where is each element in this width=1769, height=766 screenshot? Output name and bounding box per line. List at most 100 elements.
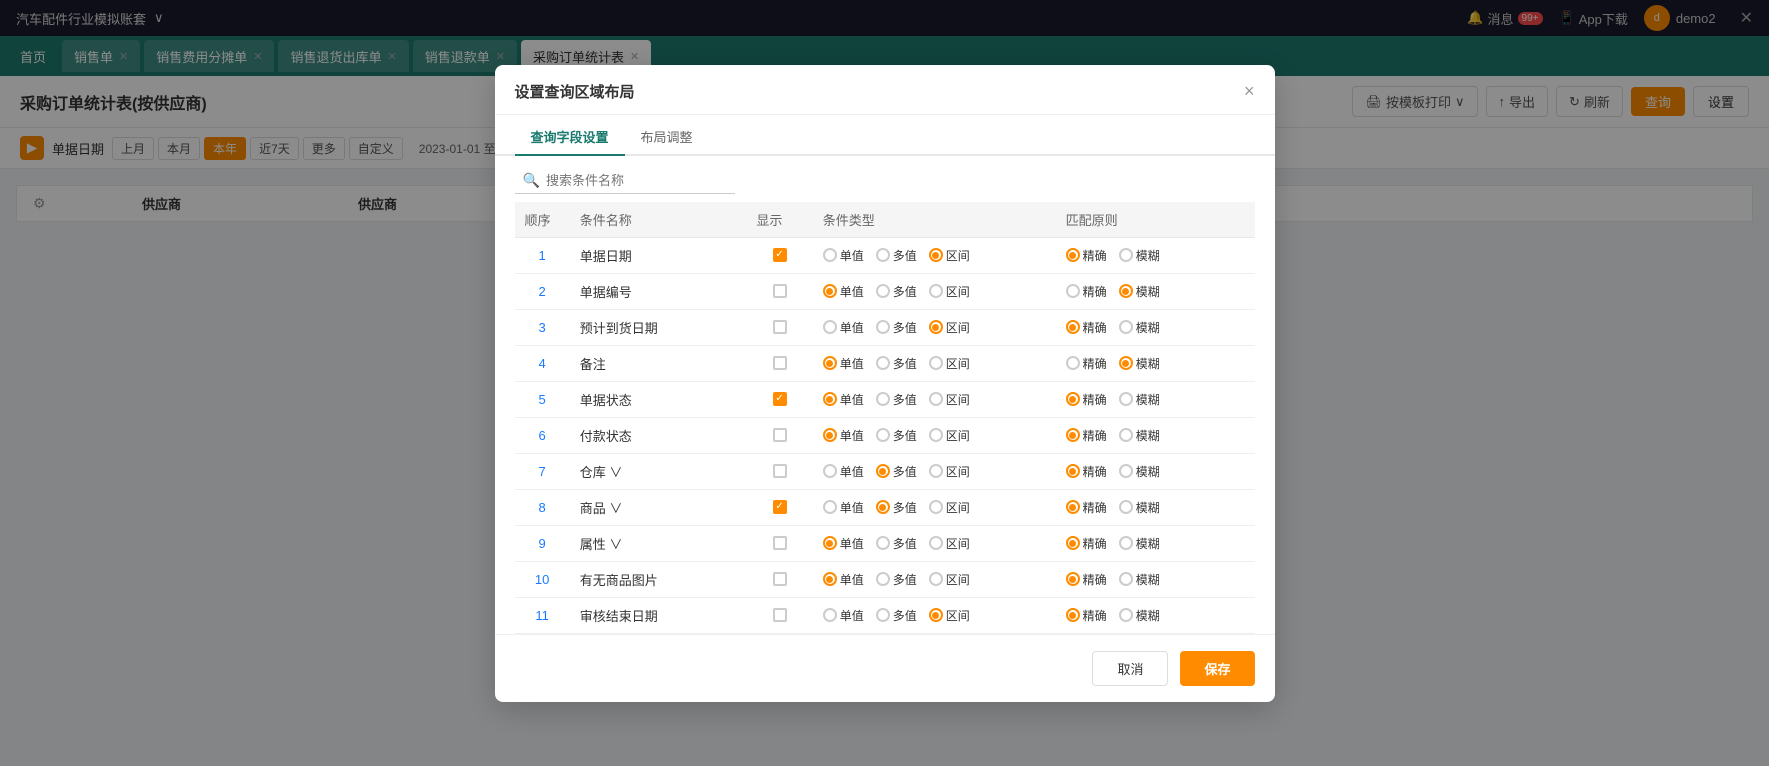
- col-header-order: 顺序: [515, 202, 570, 238]
- modal-tab-query[interactable]: 查询字段设置: [515, 119, 625, 156]
- search-input[interactable]: [546, 173, 726, 188]
- row-show-checkbox[interactable]: [746, 597, 812, 633]
- type-radio-单值[interactable]: 单值: [823, 607, 864, 624]
- row-show-checkbox[interactable]: [746, 381, 812, 417]
- type-radio-多值[interactable]: 多值: [876, 427, 917, 444]
- type-radio-区间[interactable]: 区间: [929, 571, 970, 588]
- type-radio-区间[interactable]: 区间: [929, 427, 970, 444]
- type-radio-区间[interactable]: 区间: [929, 535, 970, 552]
- type-radio-区间[interactable]: 区间: [929, 391, 970, 408]
- match-radio-精确[interactable]: 精确: [1066, 499, 1107, 516]
- row-show-checkbox[interactable]: [746, 237, 812, 273]
- modal-close-button[interactable]: ×: [1244, 82, 1255, 100]
- type-radio-单值[interactable]: 单值: [823, 319, 864, 336]
- show-checkbox[interactable]: [773, 320, 787, 334]
- type-radio-单值[interactable]: 单值: [823, 463, 864, 480]
- match-radio-模糊[interactable]: 模糊: [1119, 427, 1160, 444]
- row-show-checkbox[interactable]: [746, 489, 812, 525]
- type-radio-单值[interactable]: 单值: [823, 571, 864, 588]
- match-radio-精确[interactable]: 精确: [1066, 463, 1107, 480]
- modal-tab-layout[interactable]: 布局调整: [625, 119, 709, 156]
- type-radio-多值[interactable]: 多值: [876, 571, 917, 588]
- match-radio-模糊[interactable]: 模糊: [1119, 247, 1160, 264]
- row-match-options: 精确模糊: [1056, 309, 1255, 345]
- match-radio-精确[interactable]: 精确: [1066, 571, 1107, 588]
- type-radio-区间[interactable]: 区间: [929, 355, 970, 372]
- cancel-button[interactable]: 取消: [1092, 651, 1168, 686]
- table-row: 8商品 ∨单值多值区间精确模糊: [515, 489, 1255, 525]
- type-radio-多值[interactable]: 多值: [876, 355, 917, 372]
- row-show-checkbox[interactable]: [746, 417, 812, 453]
- show-checkbox[interactable]: [773, 536, 787, 550]
- type-radio-单值[interactable]: 单值: [823, 499, 864, 516]
- radio-label: 模糊: [1136, 427, 1160, 444]
- match-radio-精确[interactable]: 精确: [1066, 283, 1107, 300]
- match-radio-模糊[interactable]: 模糊: [1119, 283, 1160, 300]
- row-show-checkbox[interactable]: [746, 345, 812, 381]
- radio-circle: [929, 500, 943, 514]
- radio-circle: [1066, 608, 1080, 622]
- match-radio-精确[interactable]: 精确: [1066, 427, 1107, 444]
- row-match-options: 精确模糊: [1056, 561, 1255, 597]
- row-show-checkbox[interactable]: [746, 561, 812, 597]
- show-checkbox[interactable]: [773, 608, 787, 622]
- type-radio-单值[interactable]: 单值: [823, 283, 864, 300]
- type-radio-区间[interactable]: 区间: [929, 247, 970, 264]
- show-checkbox[interactable]: [773, 428, 787, 442]
- show-checkbox[interactable]: [773, 248, 787, 262]
- show-checkbox[interactable]: [773, 392, 787, 406]
- show-checkbox[interactable]: [773, 284, 787, 298]
- show-checkbox[interactable]: [773, 356, 787, 370]
- type-radio-单值[interactable]: 单值: [823, 427, 864, 444]
- type-radio-多值[interactable]: 多值: [876, 607, 917, 624]
- row-show-checkbox[interactable]: [746, 309, 812, 345]
- match-radio-模糊[interactable]: 模糊: [1119, 499, 1160, 516]
- match-radio-模糊[interactable]: 模糊: [1119, 571, 1160, 588]
- conditions-table: 顺序 条件名称 显示 条件类型 匹配原则 1单据日期单值多值区间精确模糊2单据编…: [515, 202, 1255, 634]
- radio-circle: [1119, 284, 1133, 298]
- type-radio-区间[interactable]: 区间: [929, 607, 970, 624]
- match-radio-模糊[interactable]: 模糊: [1119, 319, 1160, 336]
- radio-circle: [929, 284, 943, 298]
- type-radio-单值[interactable]: 单值: [823, 535, 864, 552]
- type-radio-单值[interactable]: 单值: [823, 391, 864, 408]
- row-order: 3: [515, 309, 570, 345]
- match-radio-精确[interactable]: 精确: [1066, 391, 1107, 408]
- row-order: 10: [515, 561, 570, 597]
- type-radio-区间[interactable]: 区间: [929, 319, 970, 336]
- match-radio-精确[interactable]: 精确: [1066, 355, 1107, 372]
- type-radio-区间[interactable]: 区间: [929, 463, 970, 480]
- type-radio-多值[interactable]: 多值: [876, 391, 917, 408]
- type-radio-区间[interactable]: 区间: [929, 283, 970, 300]
- match-radio-精确[interactable]: 精确: [1066, 319, 1107, 336]
- radio-circle: [1119, 536, 1133, 550]
- type-radio-多值[interactable]: 多值: [876, 283, 917, 300]
- row-show-checkbox[interactable]: [746, 273, 812, 309]
- show-checkbox[interactable]: [773, 464, 787, 478]
- radio-label: 区间: [946, 463, 970, 480]
- match-radio-模糊[interactable]: 模糊: [1119, 463, 1160, 480]
- show-checkbox[interactable]: [773, 500, 787, 514]
- match-radio-模糊[interactable]: 模糊: [1119, 391, 1160, 408]
- match-radio-模糊[interactable]: 模糊: [1119, 535, 1160, 552]
- type-radio-多值[interactable]: 多值: [876, 319, 917, 336]
- row-condition-name: 预计到货日期: [570, 309, 747, 345]
- show-checkbox[interactable]: [773, 572, 787, 586]
- row-condition-name: 备注: [570, 345, 747, 381]
- type-radio-单值[interactable]: 单值: [823, 247, 864, 264]
- match-radio-精确[interactable]: 精确: [1066, 247, 1107, 264]
- type-radio-多值[interactable]: 多值: [876, 463, 917, 480]
- match-radio-模糊[interactable]: 模糊: [1119, 355, 1160, 372]
- type-radio-区间[interactable]: 区间: [929, 499, 970, 516]
- match-radio-模糊[interactable]: 模糊: [1119, 607, 1160, 624]
- type-radio-多值[interactable]: 多值: [876, 499, 917, 516]
- save-button[interactable]: 保存: [1180, 651, 1254, 686]
- type-radio-单值[interactable]: 单值: [823, 355, 864, 372]
- match-radio-精确[interactable]: 精确: [1066, 535, 1107, 552]
- type-radio-多值[interactable]: 多值: [876, 535, 917, 552]
- type-radio-多值[interactable]: 多值: [876, 247, 917, 264]
- row-condition-name: 单据日期: [570, 237, 747, 273]
- row-show-checkbox[interactable]: [746, 525, 812, 561]
- row-show-checkbox[interactable]: [746, 453, 812, 489]
- match-radio-精确[interactable]: 精确: [1066, 607, 1107, 624]
